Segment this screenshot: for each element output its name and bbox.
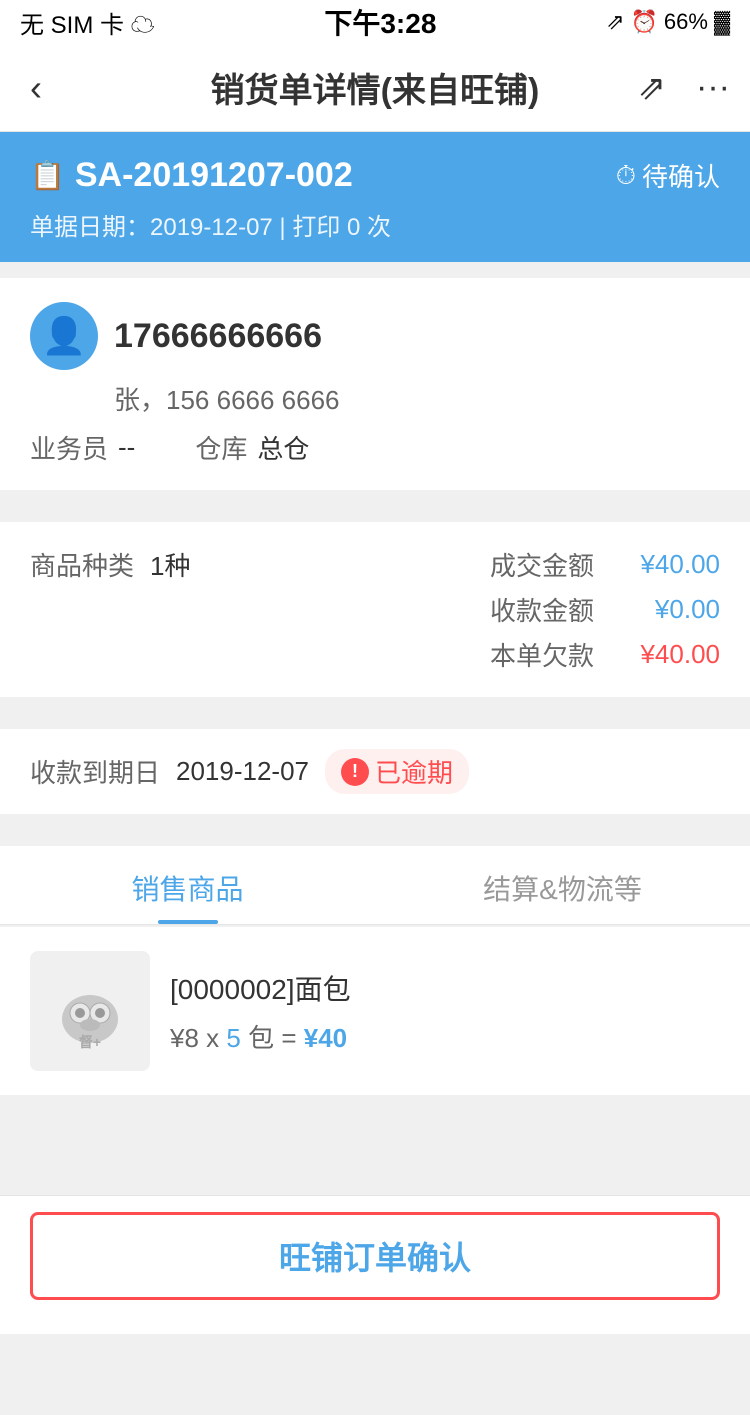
price-unit: ¥8	[170, 1023, 199, 1053]
status-right: ⇗ ⏰ 66% ▓	[606, 9, 730, 35]
customer-phone: 17666666666	[114, 317, 322, 356]
sales-value: --	[118, 432, 135, 463]
sales-label: 业务员	[30, 429, 108, 466]
due-date-value: 2019-12-07	[176, 756, 309, 787]
summary-section: 商品种类 1种 成交金额 ¥40.00 收款金额 ¥0.00 本单欠款 ¥40.…	[0, 522, 750, 697]
received-amount-value: ¥0.00	[610, 594, 720, 625]
order-icon: 📋	[30, 159, 65, 192]
product-type-label: 商品种类	[30, 546, 134, 583]
price-unit-label: 包	[248, 1023, 274, 1053]
deal-amount-value: ¥40.00	[610, 549, 720, 580]
avatar-icon: 👤	[42, 315, 87, 357]
status-time: 下午3:28	[324, 2, 436, 42]
product-thumb-owl: 督+	[50, 971, 130, 1051]
customer-name: 张，156 6666 6666	[114, 380, 720, 417]
clock-icon: ⏱	[616, 160, 636, 192]
confirm-button[interactable]: 旺铺订单确认	[30, 1212, 720, 1300]
customer-meta: 业务员 -- 仓库 总仓	[30, 429, 720, 466]
product-item: 督+ [0000002]面包 ¥8 x 5 包 = ¥40	[0, 927, 750, 1095]
owed-amount-label: 本单欠款	[490, 636, 594, 673]
owed-amount-row: 本单欠款 ¥40.00	[490, 636, 720, 673]
avatar: 👤	[30, 302, 98, 370]
warehouse-value: 总仓	[257, 429, 309, 466]
price-multiply: x	[206, 1023, 226, 1053]
order-status: ⏱ 待确认	[616, 157, 720, 194]
deal-amount-row: 成交金额 ¥40.00	[490, 546, 720, 583]
battery-icon: ▓	[714, 9, 730, 35]
due-section: 收款到期日 2019-12-07 ! 已逾期	[0, 729, 750, 814]
divider-4	[0, 830, 750, 846]
overdue-icon: !	[341, 758, 369, 786]
warehouse-item: 仓库 总仓	[195, 429, 309, 466]
overdue-text: 已逾期	[375, 753, 453, 790]
price-qty-value: 5	[226, 1023, 240, 1053]
order-date: 单据日期：2019-12-07 | 打印 0 次	[30, 207, 720, 242]
share-icon[interactable]: ⇗	[638, 68, 667, 108]
status-bar: 无 SIM 卡 ☁ 下午3:28 ⇗ ⏰ 66% ▓	[0, 0, 750, 44]
back-icon: ‹	[30, 67, 42, 108]
owed-amount-value: ¥40.00	[610, 639, 720, 670]
battery-text: 66%	[664, 9, 708, 35]
nav-actions: ⇗ ···	[638, 68, 730, 108]
summary-right: 成交金额 ¥40.00 收款金额 ¥0.00 本单欠款 ¥40.00	[375, 546, 720, 673]
overdue-badge: ! 已逾期	[325, 749, 469, 794]
bottom-bar: 旺铺订单确认	[0, 1195, 750, 1334]
divider-3	[0, 713, 750, 729]
warehouse-label: 仓库	[195, 429, 247, 466]
product-section: 督+ [0000002]面包 ¥8 x 5 包 = ¥40	[0, 927, 750, 1095]
due-label: 收款到期日	[30, 753, 160, 790]
svg-text:督+: 督+	[79, 1034, 101, 1050]
nav-bar: ‹ 销货单详情(来自旺铺) ⇗ ···	[0, 44, 750, 132]
location-icon: ⇗	[606, 9, 624, 35]
order-id: 📋 SA-20191207-002	[30, 156, 353, 195]
sim-text: 无 SIM 卡 ☁	[20, 5, 155, 40]
divider-2	[0, 506, 750, 522]
received-amount-row: 收款金额 ¥0.00	[490, 591, 720, 628]
alarm-icon: ⏰	[631, 9, 658, 35]
product-price-line: ¥8 x 5 包 = ¥40	[170, 1018, 720, 1055]
order-header: 📋 SA-20191207-002 ⏱ 待确认 单据日期：2019-12-07 …	[0, 132, 750, 262]
more-icon[interactable]: ···	[696, 68, 730, 107]
divider-1	[0, 262, 750, 278]
owl-logo: 督+	[50, 971, 130, 1051]
price-equals: =	[281, 1023, 303, 1053]
back-button[interactable]: ‹	[20, 67, 52, 109]
product-info: [0000002]面包 ¥8 x 5 包 = ¥40	[170, 968, 720, 1055]
tab-settlement[interactable]: 结算&物流等	[375, 846, 750, 924]
tab-sales-products[interactable]: 销售商品	[0, 846, 375, 924]
received-amount-label: 收款金额	[490, 591, 594, 628]
customer-section: 👤 17666666666 张，156 6666 6666 业务员 -- 仓库 …	[0, 278, 750, 490]
product-thumbnail: 督+	[30, 951, 150, 1071]
product-type-value: 1种	[150, 546, 190, 583]
deal-amount-label: 成交金额	[490, 546, 594, 583]
status-left: 无 SIM 卡 ☁	[20, 5, 155, 40]
page-title: 销货单详情(来自旺铺)	[211, 63, 540, 112]
product-type-item: 商品种类 1种	[30, 546, 375, 583]
sales-item: 业务员 --	[30, 429, 135, 466]
summary-left: 商品种类 1种	[30, 546, 375, 583]
price-total-value: ¥40	[304, 1023, 347, 1053]
product-name: [0000002]面包	[170, 968, 720, 1008]
tabs-container: 销售商品 结算&物流等	[0, 846, 750, 925]
